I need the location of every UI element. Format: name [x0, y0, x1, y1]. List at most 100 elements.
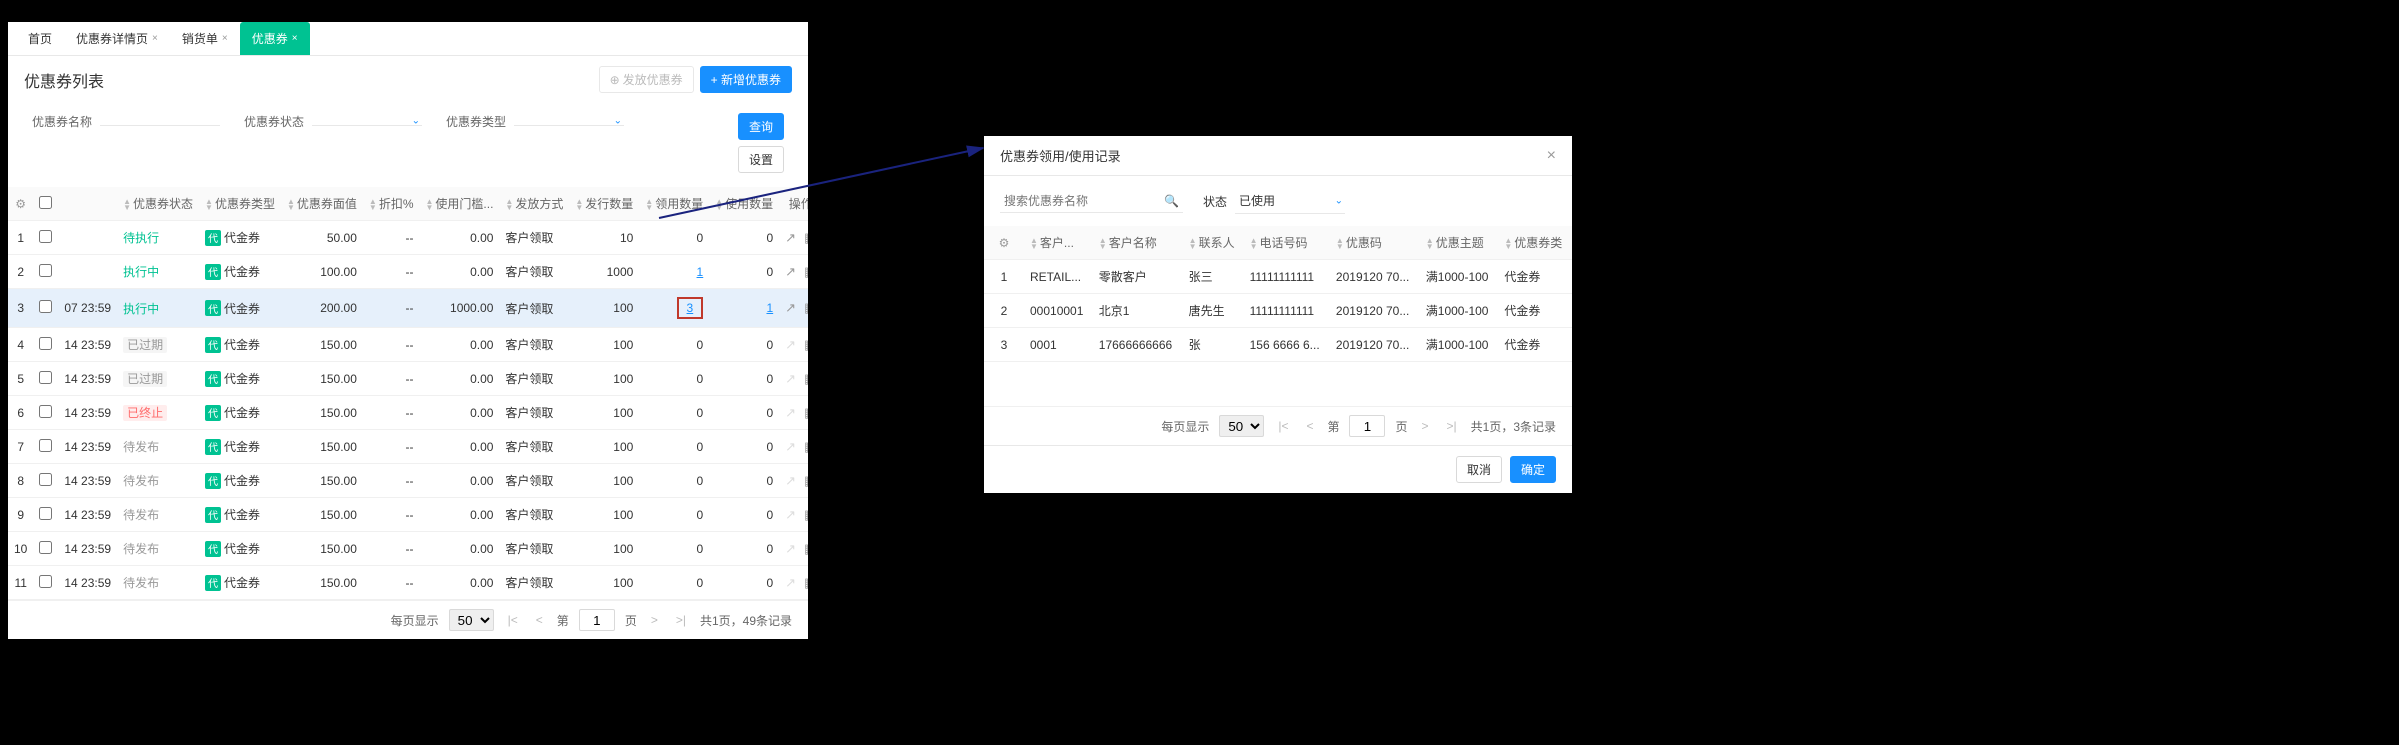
col-subject[interactable]: ▲▼优惠主题	[1420, 226, 1499, 260]
last-page-button[interactable]: >|	[672, 613, 690, 627]
next-page-button[interactable]: >	[647, 613, 662, 627]
col-used[interactable]: ▲▼使用数量	[709, 187, 779, 221]
qrcode-icon[interactable]: ▦	[804, 337, 808, 353]
table-row[interactable]: 8 14 23:59 待发布 代代金券 150.00 -- 0.00 客户领取 …	[8, 464, 808, 498]
row-checkbox[interactable]	[39, 405, 52, 418]
table-row[interactable]: 1 RETAIL... 零散客户 张三 11111111111 2019120 …	[984, 260, 1572, 294]
col-checkbox-header[interactable]	[33, 187, 58, 221]
col-gear[interactable]: ⚙	[984, 226, 1024, 260]
qrcode-icon[interactable]: ▦	[804, 507, 808, 523]
row-used: 0	[709, 362, 779, 396]
table-row[interactable]: 3 0001 17666666666 张 156 6666 6... 20191…	[984, 328, 1572, 362]
col-issued[interactable]: ▲▼发行数量	[569, 187, 639, 221]
received-link[interactable]: 3	[687, 301, 694, 315]
table-row[interactable]: 3 07 23:59 执行中 代代金券 200.00 -- 1000.00 客户…	[8, 289, 808, 328]
close-icon[interactable]: ×	[1547, 147, 1556, 165]
row-checkbox[interactable]	[39, 371, 52, 384]
search-icon[interactable]: 🔍	[1164, 194, 1179, 208]
table-row[interactable]: 4 14 23:59 已过期 代代金券 150.00 -- 0.00 客户领取 …	[8, 328, 808, 362]
share-icon[interactable]: ↗	[785, 264, 796, 280]
share-icon[interactable]: ↗	[785, 300, 796, 316]
tab-首页[interactable]: 首页	[16, 22, 64, 55]
close-icon[interactable]: ×	[292, 33, 298, 44]
add-coupon-button[interactable]: + 新增优惠券	[700, 66, 792, 93]
tab-优惠券详情页[interactable]: 优惠券详情页×	[64, 22, 170, 55]
qrcode-icon[interactable]: ▦	[804, 371, 808, 387]
cancel-button[interactable]: 取消	[1456, 456, 1502, 483]
col-coupon-code[interactable]: ▲▼优惠码	[1330, 226, 1420, 260]
row-checkbox[interactable]	[39, 507, 52, 520]
received-link[interactable]: 1	[697, 265, 704, 279]
col-contact[interactable]: ▲▼联系人	[1183, 226, 1244, 260]
qrcode-icon[interactable]: ▦	[804, 541, 808, 557]
table-row[interactable]: 2 执行中 代代金券 100.00 -- 0.00 客户领取 1000 1 0 …	[8, 255, 808, 289]
per-page-select[interactable]: 50	[449, 609, 494, 631]
qrcode-icon[interactable]: ▦	[804, 575, 808, 591]
table-row[interactable]: 1 待执行 代代金券 50.00 -- 0.00 客户领取 10 0 0 ↗ ▦	[8, 221, 808, 255]
used-link[interactable]: 1	[766, 301, 773, 315]
col-threshold[interactable]: ▲▼使用门槛...	[419, 187, 499, 221]
search-input[interactable]	[1000, 190, 1183, 212]
page-input[interactable]	[579, 609, 615, 631]
col-face[interactable]: ▲▼优惠券面值	[281, 187, 363, 221]
row-checkbox[interactable]	[39, 439, 52, 452]
row-threshold: 0.00	[419, 464, 499, 498]
row-checkbox[interactable]	[39, 264, 52, 277]
col-status[interactable]: ▲▼优惠券状态	[117, 187, 199, 221]
prev-page-button[interactable]: <	[532, 613, 547, 627]
first-page-button[interactable]: |<	[1274, 419, 1292, 433]
row-checkbox[interactable]	[39, 337, 52, 350]
col-discount[interactable]: ▲▼折扣%	[363, 187, 420, 221]
filter-type-select[interactable]: ⌄	[514, 117, 624, 126]
col-cust-code[interactable]: ▲▼客户...	[1024, 226, 1093, 260]
confirm-button[interactable]: 确定	[1510, 456, 1556, 483]
sort-icon: ▲▼	[1099, 238, 1107, 250]
per-page-select[interactable]: 50	[1219, 415, 1264, 437]
first-page-button[interactable]: |<	[504, 613, 522, 627]
search-button[interactable]: 查询	[738, 113, 784, 140]
settings-button[interactable]: 设置	[738, 146, 784, 173]
row-checkbox[interactable]	[39, 575, 52, 588]
next-page-button[interactable]: >	[1418, 419, 1433, 433]
filter-status-select[interactable]: ⌄	[312, 117, 422, 126]
col-type[interactable]: ▲▼优惠券类型	[199, 187, 281, 221]
distribute-coupon-button[interactable]: ⊕ 发放优惠券	[599, 66, 694, 93]
close-icon[interactable]: ×	[152, 33, 158, 44]
share-icon[interactable]: ↗	[785, 230, 796, 246]
col-cust-name[interactable]: ▲▼客户名称	[1093, 226, 1183, 260]
row-checkbox[interactable]	[39, 473, 52, 486]
row-discount: --	[363, 362, 420, 396]
col-phone[interactable]: ▲▼电话号码	[1244, 226, 1330, 260]
qrcode-icon[interactable]: ▦	[804, 473, 808, 489]
tab-销货单[interactable]: 销货单×	[170, 22, 240, 55]
prev-page-button[interactable]: <	[1302, 419, 1317, 433]
table-row[interactable]: 7 14 23:59 待发布 代代金券 150.00 -- 0.00 客户领取 …	[8, 430, 808, 464]
table-row[interactable]: 10 14 23:59 待发布 代代金券 150.00 -- 0.00 客户领取…	[8, 532, 808, 566]
table-row[interactable]: 11 14 23:59 待发布 代代金券 150.00 -- 0.00 客户领取…	[8, 566, 808, 600]
last-page-button[interactable]: >|	[1443, 419, 1461, 433]
row-checkbox[interactable]	[39, 230, 52, 243]
page-input[interactable]	[1349, 415, 1385, 437]
table-row[interactable]: 5 14 23:59 已过期 代代金券 150.00 -- 0.00 客户领取 …	[8, 362, 808, 396]
qrcode-icon[interactable]: ▦	[804, 264, 808, 280]
close-icon[interactable]: ×	[222, 33, 228, 44]
modal-status-select[interactable]: 已使用 ⌄	[1235, 188, 1345, 214]
qrcode-icon[interactable]: ▦	[804, 439, 808, 455]
row-status: 待执行	[117, 221, 199, 255]
table-row[interactable]: 2 00010001 北京1 唐先生 11111111111 2019120 7…	[984, 294, 1572, 328]
row-checkbox[interactable]	[39, 541, 52, 554]
row-checkbox[interactable]	[39, 300, 52, 313]
col-method[interactable]: ▲▼发放方式	[499, 187, 569, 221]
col-ctype[interactable]: ▲▼优惠券类	[1498, 226, 1572, 260]
qrcode-icon[interactable]: ▦	[804, 230, 808, 246]
select-all-checkbox[interactable]	[39, 196, 52, 209]
tab-优惠券[interactable]: 优惠券×	[240, 22, 310, 55]
col-gear[interactable]: ⚙	[8, 187, 33, 221]
filter-name-input[interactable]	[100, 117, 220, 126]
voucher-icon: 代	[205, 575, 221, 591]
col-received[interactable]: ▲▼领用数量	[639, 187, 709, 221]
qrcode-icon[interactable]: ▦	[804, 405, 808, 421]
qrcode-icon[interactable]: ▦	[804, 300, 808, 316]
table-row[interactable]: 6 14 23:59 已终止 代代金券 150.00 -- 0.00 客户领取 …	[8, 396, 808, 430]
table-row[interactable]: 9 14 23:59 待发布 代代金券 150.00 -- 0.00 客户领取 …	[8, 498, 808, 532]
